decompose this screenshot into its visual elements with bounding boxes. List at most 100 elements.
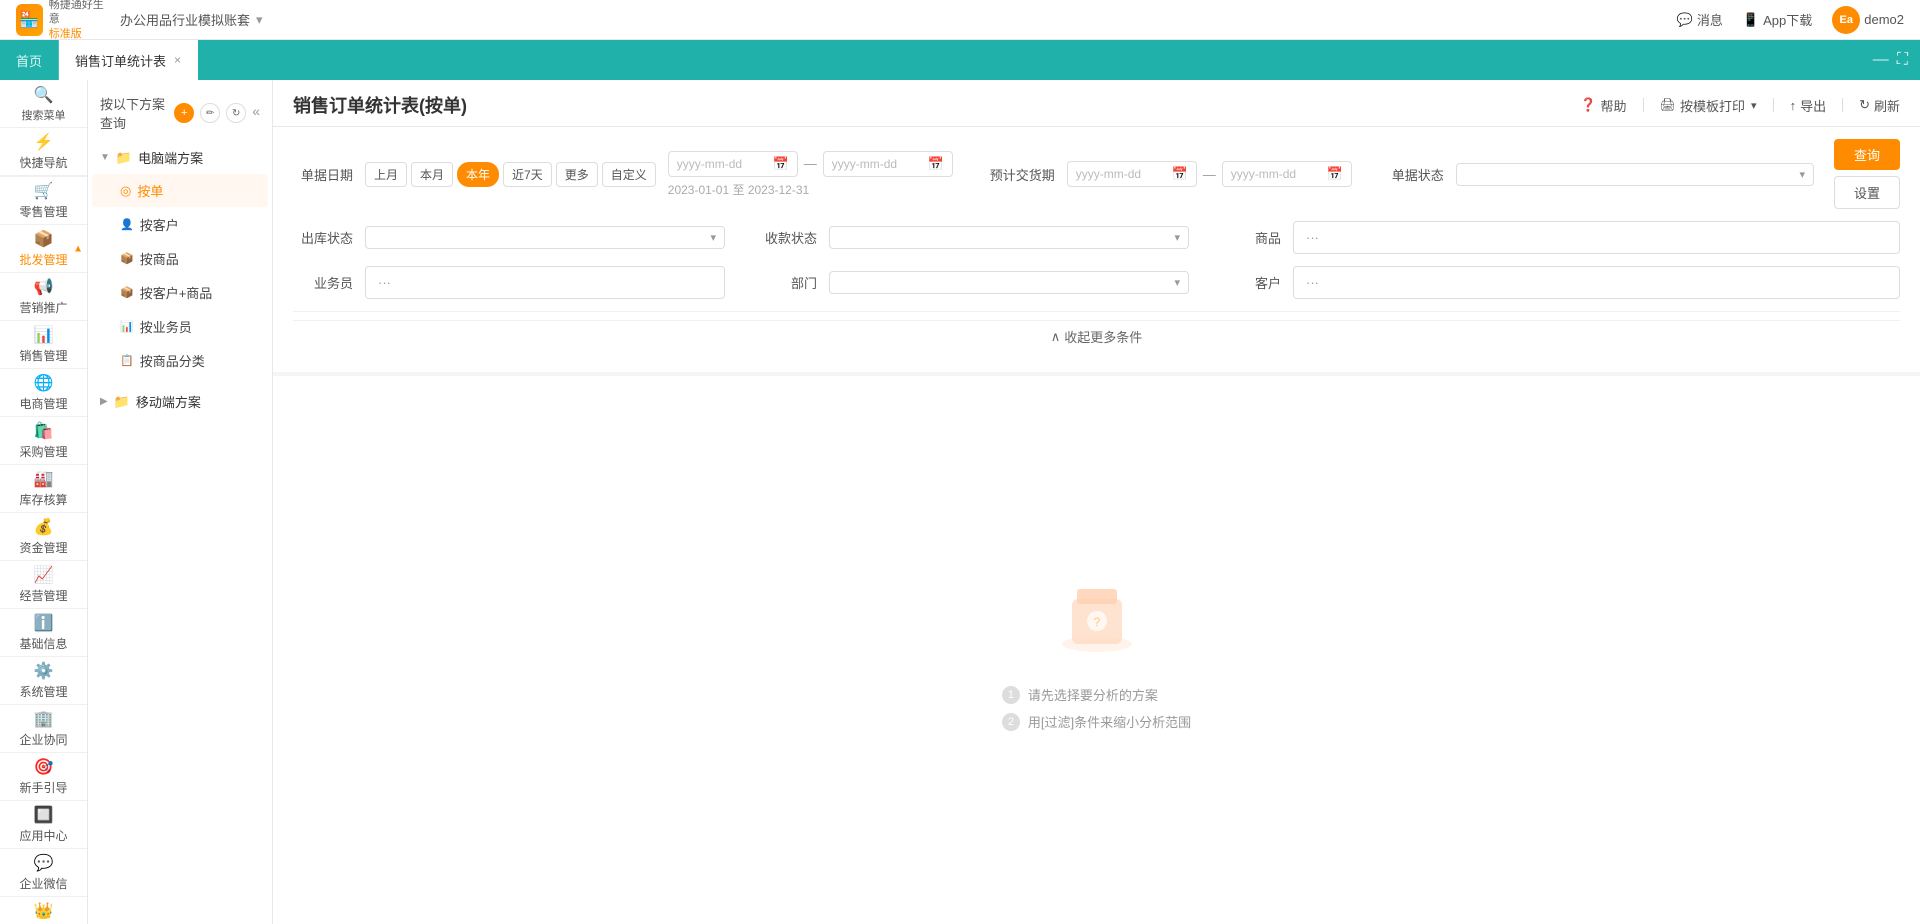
period-this-year[interactable]: 本年 — [457, 162, 499, 187]
sidebar-item-marketing[interactable]: 📢 营销推广 — [0, 273, 87, 321]
period-last7days[interactable]: 近7天 — [503, 162, 552, 187]
tree-child-by-customer[interactable]: 👤 按客户 — [92, 208, 268, 241]
dept-label: 部门 — [757, 273, 817, 292]
sidebar-item-operation[interactable]: 📈 经营管理 — [0, 561, 87, 609]
by-salesperson-icon: 📊 — [120, 320, 134, 333]
top-bar: 🏪 畅捷通好生意 标准版 办公用品行业模拟账套 ▾ 💬 消息 📱 App下载 E… — [0, 0, 1920, 40]
settings-btn[interactable]: 设置 — [1834, 176, 1900, 209]
svg-text:?: ? — [1093, 615, 1100, 629]
tab-home[interactable]: 首页 — [0, 40, 59, 80]
template-print-btn[interactable]: 🖨 按模板打印 ▾ — [1660, 96, 1757, 115]
tree-child-by-goods[interactable]: 📦 按商品 — [92, 242, 268, 275]
maximize-icon[interactable]: ⛶ — [1897, 51, 1908, 69]
tab-close-icon[interactable]: × — [174, 53, 181, 67]
salesperson-dots-icon[interactable]: ··· — [374, 271, 395, 294]
sidebar-item-purchase[interactable]: 🛍️ 采购管理 — [0, 417, 87, 465]
quick-nav-icon: ⚡ — [34, 132, 54, 152]
finance-icon: 💰 — [34, 517, 54, 537]
forecast-start-input[interactable]: yyyy-mm-dd 📅 — [1067, 161, 1197, 187]
user-profile[interactable]: Ea demo2 — [1832, 6, 1904, 34]
tree-arrow-pc: ▼ — [100, 152, 110, 163]
apps-icon: 🔲 — [34, 805, 54, 825]
message-btn[interactable]: 💬 消息 — [1677, 10, 1723, 29]
period-last-month[interactable]: 上月 — [365, 162, 407, 187]
sidebar-item-retail[interactable]: 🛒 零售管理 — [0, 177, 87, 225]
action-divider-2 — [1773, 98, 1774, 112]
app-icon: 📱 — [1743, 12, 1759, 28]
app-download-btn[interactable]: 📱 App下载 — [1743, 10, 1812, 29]
tree-child-by-category[interactable]: 📋 按商品分类 — [92, 344, 268, 377]
sidebar-item-newbie[interactable]: 🎯 新手引导 — [0, 753, 87, 801]
add-plan-btn[interactable]: + — [174, 103, 194, 123]
period-more[interactable]: 更多 — [556, 162, 598, 187]
sidebar-item-basic[interactable]: ℹ️ 基础信息 — [0, 609, 87, 657]
inventory-icon: 🏭 — [34, 469, 54, 489]
sidebar-item-finance[interactable]: 💰 资金管理 — [0, 513, 87, 561]
collapse-btn[interactable]: ∧ 收起更多条件 — [293, 320, 1900, 352]
tab-sales-stats[interactable]: 销售订单统计表 × — [59, 40, 198, 80]
empty-illustration: ? — [1047, 569, 1147, 669]
logo-area: 🏪 畅捷通好生意 标准版 — [16, 0, 104, 41]
minimize-icon[interactable]: — — [1873, 51, 1889, 69]
member-icon: 👑 — [34, 901, 54, 921]
left-panel-header: 按以下方案查询 + ✏ ↻ « — [88, 88, 272, 138]
pay-select-arrow: ▾ — [1174, 231, 1180, 244]
customer-dots-icon[interactable]: ··· — [1302, 271, 1323, 294]
pay-status-select[interactable]: ▾ — [829, 226, 1189, 249]
tree-root-pc[interactable]: ▼ 📁 电脑端方案 — [88, 142, 272, 173]
forecast-end-input[interactable]: yyyy-mm-dd 📅 — [1222, 161, 1352, 187]
sidebar-item-system[interactable]: ⚙️ 系统管理 — [0, 657, 87, 705]
tree-child-by-salesperson[interactable]: 📊 按业务员 — [92, 310, 268, 343]
tree-child-by-cust-goods[interactable]: 📦 按客户+商品 — [92, 276, 268, 309]
refresh-plan-btn[interactable]: ↻ — [226, 103, 246, 123]
ship-select-arrow: ▾ — [710, 231, 716, 244]
sidebar-item-sales[interactable]: 📊 销售管理 — [0, 321, 87, 369]
sidebar-item-search-menu[interactable]: 🔍 搜索菜单 — [0, 80, 87, 128]
by-category-icon: 📋 — [120, 354, 134, 367]
export-btn[interactable]: ↑ 导出 — [1790, 96, 1827, 115]
sidebar-item-wechat[interactable]: 💬 企业微信 — [0, 849, 87, 897]
collapse-panel-btn[interactable]: « — [252, 103, 260, 123]
period-this-month[interactable]: 本月 — [411, 162, 453, 187]
ship-status-select[interactable]: ▾ — [365, 226, 725, 249]
search-btn[interactable]: 查询 — [1834, 139, 1900, 170]
newbie-icon: 🎯 — [34, 757, 54, 777]
status-select[interactable]: ▾ — [1456, 163, 1814, 186]
edit-plan-btn[interactable]: ✏ — [200, 103, 220, 123]
sidebar-item-quick-nav[interactable]: ⚡ 快捷导航 — [0, 128, 87, 176]
empty-tip-1: 1 请先选择要分析的方案 — [1002, 685, 1191, 704]
sidebar-item-member[interactable]: 👑 畅会员 — [0, 897, 87, 924]
sidebar-item-apps[interactable]: 🔲 应用中心 — [0, 801, 87, 849]
sales-icon: 📊 — [34, 325, 54, 345]
tip-num-1: 1 — [1002, 686, 1020, 704]
date-end-input[interactable]: yyyy-mm-dd 📅 — [823, 151, 953, 177]
refresh-btn[interactable]: ↻ 刷新 — [1859, 96, 1900, 115]
search-menu-icon: 🔍 — [34, 85, 54, 105]
help-btn[interactable]: ❓ 帮助 — [1580, 96, 1626, 115]
dept-select[interactable]: ▾ — [829, 271, 1189, 294]
page-title-arrow[interactable]: ▾ — [256, 12, 263, 28]
tree-child-by-order[interactable]: ◎ 按单 — [92, 174, 268, 207]
sidebar-item-enterprise[interactable]: 🏢 企业协同 — [0, 705, 87, 753]
page-actions: ❓ 帮助 🖨 按模板打印 ▾ ↑ 导出 ↻ 刷新 — [1580, 96, 1900, 115]
date-label: 单据日期 — [293, 165, 353, 184]
forecast-date-picker: yyyy-mm-dd 📅 — yyyy-mm-dd 📅 — [1067, 161, 1352, 187]
period-custom[interactable]: 自定义 — [602, 162, 656, 187]
goods-dots-icon[interactable]: ··· — [1302, 226, 1323, 249]
date-end-icon: 📅 — [928, 156, 944, 172]
date-start-input[interactable]: yyyy-mm-dd 📅 — [668, 151, 798, 177]
customer-select[interactable]: ··· — [1293, 266, 1900, 299]
goods-select[interactable]: ··· — [1293, 221, 1900, 254]
by-goods-icon: 📦 — [120, 252, 134, 265]
sidebar-item-inventory[interactable]: 🏭 库存核算 — [0, 465, 87, 513]
salesperson-select[interactable]: ··· — [365, 266, 725, 299]
content-area: 销售订单统计表(按单) ❓ 帮助 🖨 按模板打印 ▾ ↑ 导出 — [273, 80, 1920, 924]
action-btns: 查询 设置 — [1834, 139, 1900, 209]
tab-bar: 首页 销售订单统计表 × — ⛶ — [0, 40, 1920, 80]
sidebar-item-wholesale[interactable]: 📦 批发管理 ▲ — [0, 225, 87, 273]
pay-label: 收款状态 — [757, 228, 817, 247]
page-title: 销售订单统计表(按单) — [293, 92, 1580, 118]
username-label: demo2 — [1864, 12, 1904, 27]
sidebar-item-ecommerce[interactable]: 🌐 电商管理 — [0, 369, 87, 417]
tree-root-mobile[interactable]: ▶ 📁 移动端方案 — [88, 386, 272, 417]
